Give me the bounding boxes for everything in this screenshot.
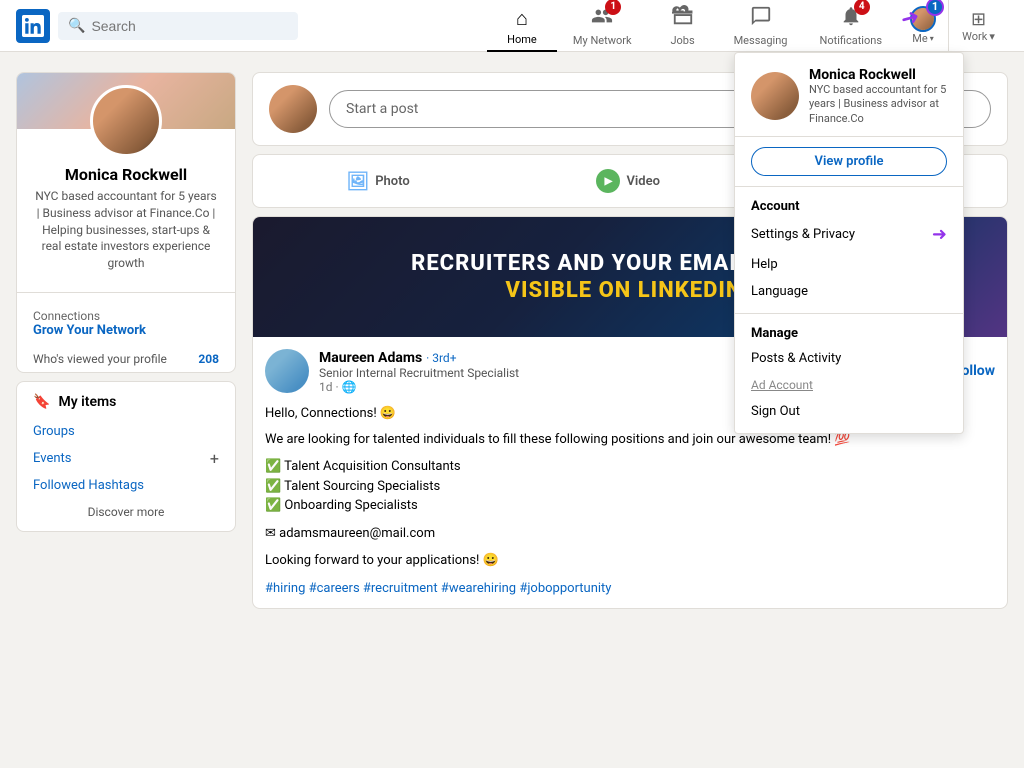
view-profile-button[interactable]: View profile xyxy=(751,147,947,176)
sidebar-hashtags-link[interactable]: Followed Hashtags xyxy=(33,474,219,497)
nav-notifications[interactable]: 4 Notifications xyxy=(803,0,898,52)
video-icon: ▶ xyxy=(596,169,620,193)
sidebar-events-link[interactable]: Events xyxy=(33,447,71,470)
nav-me-label: Me ▾ xyxy=(912,32,933,45)
position-1: ✅ Talent Acquisition Consultants xyxy=(265,457,995,477)
messaging-icon xyxy=(750,5,772,32)
me-badge: 1 xyxy=(926,0,944,16)
photo-label: Photo xyxy=(375,174,410,189)
connections-link[interactable]: Grow Your Network xyxy=(33,323,219,338)
post-email: ✉ adamsmaureen@mail.com xyxy=(265,524,995,544)
video-label: Video xyxy=(626,174,660,189)
profile-views: Who's viewed your profile 208 xyxy=(17,346,235,372)
dropdown-account-title: Account xyxy=(735,195,963,218)
post-closing: Looking forward to your applications! 😀 xyxy=(265,551,995,571)
network-badge: 1 xyxy=(605,0,621,15)
bookmark-icon: 🔖 xyxy=(33,394,50,410)
nav-work-label: Work ▾ xyxy=(962,30,995,43)
video-action[interactable]: ▶ Video xyxy=(584,163,672,199)
profile-name: Monica Rockwell xyxy=(33,165,219,184)
photo-icon: 🖼 xyxy=(346,171,369,192)
dropdown-settings-item[interactable]: Settings & Privacy ➜ xyxy=(735,218,963,251)
nav-messaging[interactable]: Messaging xyxy=(718,0,804,52)
discover-more-link[interactable]: Discover more xyxy=(33,505,219,519)
profile-avatar xyxy=(90,85,162,157)
position-3: ✅ Onboarding Specialists xyxy=(265,496,995,516)
nav-jobs-label: Jobs xyxy=(670,34,694,47)
post-hashtags: #hiring #careers #recruitment #wearehiri… xyxy=(265,579,995,599)
chevron-down-icon: ▾ xyxy=(930,34,934,43)
nav-jobs[interactable]: Jobs xyxy=(648,0,718,52)
dropdown-user-name: Monica Rockwell xyxy=(809,67,947,83)
dropdown-menu: Monica Rockwell NYC based accountant for… xyxy=(734,52,964,434)
photo-action[interactable]: 🖼 Photo xyxy=(334,163,421,199)
sidebar-groups-link[interactable]: Groups xyxy=(33,420,219,443)
dropdown-posts-item[interactable]: Posts & Activity xyxy=(735,345,963,372)
connections-label: Connections xyxy=(33,309,219,323)
dropdown-language-item[interactable]: Language xyxy=(735,278,963,305)
search-icon: 🔍 xyxy=(68,18,85,34)
post-user-avatar xyxy=(265,349,309,393)
post-user-degree: · 3rd+ xyxy=(426,351,456,365)
nav-center: ⌂ Home 1 My Network Jobs Messaging xyxy=(487,0,1008,52)
dropdown-account-section: Account Settings & Privacy ➜ Help Langua… xyxy=(735,186,963,313)
profile-bio: NYC based accountant for 5 years | Busin… xyxy=(33,188,219,272)
search-input[interactable] xyxy=(91,18,288,34)
dropdown-manage-title: Manage xyxy=(735,322,963,345)
network-icon: 1 xyxy=(591,5,613,32)
nav-home-label: Home xyxy=(507,33,537,46)
profile-card: Monica Rockwell NYC based accountant for… xyxy=(16,72,236,373)
dropdown-user-bio: NYC based accountant for 5 years | Busin… xyxy=(809,83,947,126)
dropdown-manage-section: Manage Posts & Activity Ad Account Sign … xyxy=(735,313,963,433)
dropdown-help-item[interactable]: Help xyxy=(735,251,963,278)
notifications-icon: 4 xyxy=(840,5,862,32)
chevron-down-work-icon: ▾ xyxy=(989,30,995,43)
nav-notifications-label: Notifications xyxy=(819,34,882,47)
purple-arrow-settings-icon: ➜ xyxy=(932,224,947,245)
sidebar-events-row: Events + xyxy=(33,443,219,474)
post-box-avatar xyxy=(269,85,317,133)
nav-messaging-label: Messaging xyxy=(734,34,788,47)
linkedin-logo[interactable] xyxy=(16,9,50,43)
nav-network-label: My Network xyxy=(573,34,632,47)
profile-banner xyxy=(17,73,235,129)
dropdown-ad-account-item[interactable]: Ad Account xyxy=(735,372,963,398)
my-items-card: 🔖 My items Groups Events + Followed Hash… xyxy=(16,381,236,532)
dropdown-user-info: Monica Rockwell NYC based accountant for… xyxy=(809,67,947,126)
nav-network[interactable]: 1 My Network xyxy=(557,0,648,52)
add-event-icon[interactable]: + xyxy=(210,449,219,468)
nav-work[interactable]: ⊞ Work ▾ xyxy=(948,0,1008,52)
notifications-badge: 4 xyxy=(854,0,870,15)
grid-icon: ⊞ xyxy=(971,9,986,30)
nav-home[interactable]: ⌂ Home xyxy=(487,0,557,52)
home-icon: ⌂ xyxy=(516,6,528,31)
views-label: Who's viewed your profile xyxy=(33,352,167,366)
overlay-text-line2: VISIBLE ON LINKEDIN? xyxy=(506,278,755,303)
views-count: 208 xyxy=(198,352,219,366)
dropdown-avatar xyxy=(751,72,799,120)
left-sidebar: Monica Rockwell NYC based accountant for… xyxy=(16,72,236,748)
navbar: 🔍 ⌂ Home 1 My Network Jobs xyxy=(0,0,1024,52)
dropdown-signout-item[interactable]: Sign Out xyxy=(735,398,963,425)
position-2: ✅ Talent Sourcing Specialists xyxy=(265,477,995,497)
search-bar[interactable]: 🔍 xyxy=(58,12,298,40)
post-user-name[interactable]: Maureen Adams xyxy=(319,350,422,366)
profile-connections: Connections Grow Your Network xyxy=(17,301,235,346)
my-items-label: My items xyxy=(58,394,116,410)
jobs-icon xyxy=(672,5,694,32)
dropdown-profile-section: Monica Rockwell NYC based accountant for… xyxy=(735,53,963,137)
post-positions: ✅ Talent Acquisition Consultants ✅ Talen… xyxy=(265,457,995,516)
my-items-header: 🔖 My items xyxy=(33,394,219,410)
